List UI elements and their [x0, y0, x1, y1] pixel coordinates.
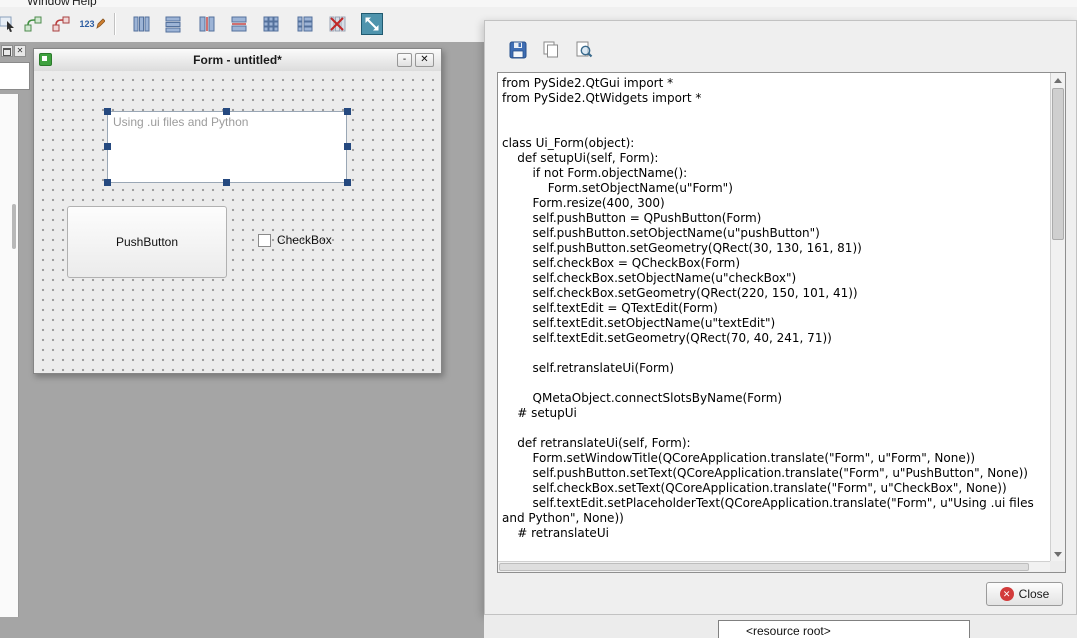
form-window-titlebar[interactable]: Form - untitled* - ✕: [34, 49, 441, 72]
adjust-size-icon: [360, 12, 384, 36]
find-button[interactable]: [571, 37, 597, 63]
code-vertical-scrollbar[interactable]: [1050, 73, 1065, 561]
pushbutton-widget[interactable]: PushButton: [67, 206, 227, 278]
menu-window[interactable]: Window: [27, 0, 70, 7]
arrow-up-icon: [1054, 78, 1062, 83]
view-code-dialog: from PySide2.QtGui import * from PySide2…: [484, 20, 1077, 615]
horizontal-scroll-thumb[interactable]: [499, 563, 1029, 571]
resource-root-item[interactable]: <resource root>: [746, 624, 831, 638]
save-button[interactable]: [505, 37, 531, 63]
close-button-label: Close: [1019, 587, 1050, 601]
edit-tab-order-button[interactable]: 123: [76, 11, 108, 37]
lay-out-vertically-icon: [164, 15, 182, 33]
lay-out-horizontally-in-splitter-icon: [198, 15, 216, 33]
copy-icon: [541, 40, 561, 60]
generated-code-text[interactable]: from PySide2.QtGui import * from PySide2…: [502, 76, 1048, 559]
pushbutton-label: PushButton: [116, 235, 178, 249]
textedit-widget[interactable]: Using .ui files and Python: [107, 111, 347, 183]
adjust-size-button[interactable]: [357, 10, 387, 38]
selection-handle-sw[interactable]: [104, 179, 111, 186]
close-icon: ✕: [17, 46, 24, 55]
menubar: Window Help: [0, 0, 1077, 7]
code-horizontal-scrollbar[interactable]: [498, 561, 1050, 572]
selection-handle-e[interactable]: [344, 143, 351, 150]
lay-out-horizontally-icon: [132, 15, 150, 33]
edit-buddies-icon: [52, 15, 70, 33]
edit-tab-order-icon: 123: [79, 19, 94, 29]
widget-filter-input[interactable]: [0, 62, 30, 90]
edit-widgets-button[interactable]: [0, 11, 21, 37]
lay-out-vertically-in-splitter-button[interactable]: [226, 11, 252, 37]
form-minimize-button[interactable]: -: [397, 53, 412, 67]
scrollbar-corner: [1050, 561, 1065, 572]
selection-handle-s[interactable]: [223, 179, 230, 186]
selection-handle-nw[interactable]: [104, 108, 111, 115]
lay-out-in-a-grid-button[interactable]: [258, 11, 284, 37]
save-icon: [508, 40, 528, 60]
bottom-panel: <resource root>: [484, 615, 1077, 638]
mdi-area: ✕ Form - untitled* - ✕ Using .ui files a…: [0, 42, 484, 638]
vertical-scroll-thumb[interactable]: [1052, 88, 1064, 240]
copy-button[interactable]: [538, 37, 564, 63]
lay-out-vertically-in-splitter-icon: [230, 15, 248, 33]
lay-out-in-a-form-layout-icon: [296, 15, 314, 33]
form-window-title: Form - untitled*: [34, 53, 441, 67]
qt-designer-screen: Window Help 123: [0, 0, 1077, 638]
dock-close-button[interactable]: ✕: [14, 45, 26, 57]
form-close-button[interactable]: ✕: [415, 53, 434, 67]
break-layout-button[interactable]: [324, 11, 350, 37]
edit-signals-slots-icon: [24, 15, 42, 33]
widget-box-scrollbar[interactable]: [12, 204, 16, 249]
selection-handle-se[interactable]: [344, 179, 351, 186]
edit-widgets-icon: [0, 15, 17, 33]
lay-out-vertically-button[interactable]: [160, 11, 186, 37]
checkbox-label: CheckBox: [277, 233, 332, 247]
selection-handle-w[interactable]: [104, 143, 111, 150]
checkbox-widget[interactable]: CheckBox: [258, 233, 332, 247]
edit-signals-slots-button[interactable]: [20, 11, 46, 37]
toolbar-separator: [114, 13, 116, 35]
lay-out-horizontally-button[interactable]: [128, 11, 154, 37]
arrow-down-icon: [1054, 552, 1062, 557]
scroll-up-button[interactable]: [1051, 73, 1065, 87]
find-icon: [574, 40, 594, 60]
textedit-placeholder-text: Using .ui files and Python: [113, 115, 248, 129]
close-button[interactable]: ✕ Close: [986, 582, 1063, 606]
scroll-down-button[interactable]: [1051, 547, 1065, 561]
close-circle-icon: ✕: [1000, 587, 1014, 601]
float-icon: [3, 48, 11, 56]
edit-buddies-button[interactable]: [48, 11, 74, 37]
pencil-icon: [95, 18, 105, 30]
form-editor-window: Form - untitled* - ✕ Using .ui files and…: [33, 48, 442, 374]
selection-handle-n[interactable]: [223, 108, 230, 115]
lay-out-in-a-grid-icon: [262, 15, 280, 33]
code-view: from PySide2.QtGui import * from PySide2…: [497, 72, 1066, 573]
resource-browser[interactable]: <resource root>: [718, 620, 970, 638]
break-layout-icon: [328, 15, 346, 33]
widget-box-panel: [0, 94, 19, 617]
selection-handle-ne[interactable]: [344, 108, 351, 115]
dock-float-button[interactable]: [1, 45, 13, 57]
lay-out-in-a-form-layout-button[interactable]: [292, 11, 318, 37]
lay-out-horizontally-in-splitter-button[interactable]: [194, 11, 220, 37]
checkbox-indicator[interactable]: [258, 234, 271, 247]
form-canvas[interactable]: Using .ui files and Python PushButton Ch…: [34, 71, 441, 373]
menu-help[interactable]: Help: [72, 0, 97, 7]
